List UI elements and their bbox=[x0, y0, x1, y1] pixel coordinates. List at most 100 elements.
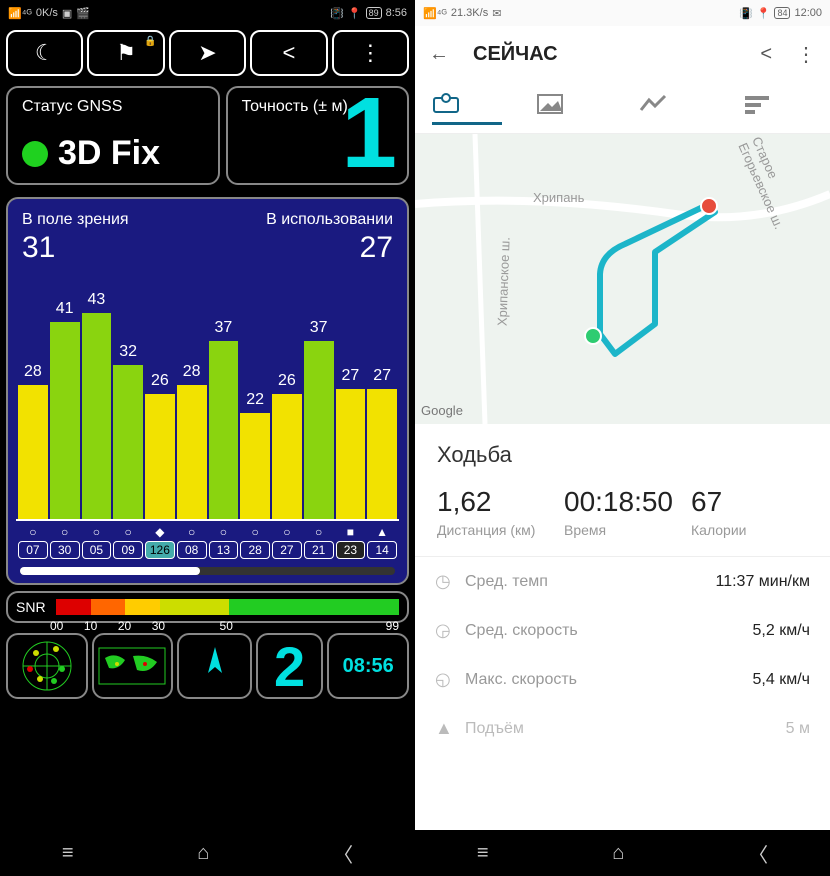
back-arrow-icon[interactable]: ← bbox=[429, 43, 449, 66]
maxspeed-value: 5,4 км/ч bbox=[753, 671, 810, 689]
sat-count-value: 2 bbox=[274, 634, 305, 699]
android-navbar-left: ≡ ⌂ 〈 bbox=[0, 830, 415, 876]
snr-bar: 28 bbox=[18, 385, 48, 519]
chart-scrollbar[interactable] bbox=[20, 567, 395, 575]
image-icon: ▣ bbox=[62, 7, 72, 20]
tab-map[interactable] bbox=[432, 90, 502, 125]
phone-gnss: 📶⁴ᴳ 0K/s ▣ 🎬 📳 📍 89 8:56 ☾ ⚑🔒 ➤ < ⋮ Стат… bbox=[0, 0, 415, 876]
stat-calories: 67 Калории bbox=[691, 486, 808, 538]
in-use-label: В использовании bbox=[266, 211, 393, 229]
status-dot-icon bbox=[22, 141, 48, 167]
clock: 12:00 bbox=[794, 7, 822, 19]
snr-tick: 10 bbox=[84, 619, 118, 633]
in-use-count: 27 bbox=[360, 231, 393, 265]
status-bar-left: 📶⁴ᴳ 0K/s ▣ 🎬 📳 📍 89 8:56 bbox=[0, 0, 415, 26]
sat-count-button[interactable]: 2 bbox=[256, 633, 324, 699]
worldmap-button[interactable] bbox=[92, 633, 174, 699]
snr-label: SNR bbox=[16, 599, 50, 615]
menu-button[interactable]: ⋮ bbox=[332, 30, 409, 76]
list-item-pace: ◷ Сред. темп 11:37 мин/км bbox=[415, 557, 830, 606]
night-mode-button[interactable]: ☾ bbox=[6, 30, 83, 76]
snr-tick: 30 bbox=[152, 619, 220, 633]
time-label: Время bbox=[564, 522, 681, 538]
battery-icon: 84 bbox=[774, 7, 790, 19]
in-view-label: В поле зрения bbox=[22, 211, 129, 229]
pace-value: 11:37 мин/км bbox=[715, 573, 810, 591]
toolbar: ☾ ⚑🔒 ➤ < ⋮ bbox=[0, 26, 415, 80]
overflow-menu-icon[interactable]: ⋮ bbox=[796, 42, 816, 67]
share-button[interactable]: < bbox=[250, 30, 327, 76]
status-bar-right: 📶⁴ᴳ 21.3K/s ✉ 📳 📍 84 12:00 bbox=[415, 0, 830, 26]
compass-button[interactable] bbox=[177, 633, 252, 699]
pace-label: Сред. темп bbox=[465, 573, 715, 591]
android-navbar-right: ≡ ⌂ 〈 bbox=[415, 830, 830, 876]
home-icon[interactable]: ⌂ bbox=[197, 842, 209, 865]
time-value: 00:18:50 bbox=[564, 486, 681, 518]
skyview-button[interactable] bbox=[6, 633, 88, 699]
stat-distance: 1,62 Дистанция (км) bbox=[437, 486, 554, 538]
clock-value: 08:56 bbox=[343, 655, 394, 678]
netspeed: 0K/s bbox=[36, 7, 58, 19]
constellation-symbols: ○○○○◆○○○○○■▲ bbox=[16, 525, 399, 539]
speed-icon: ◶ bbox=[435, 620, 465, 641]
accuracy-card[interactable]: Точность (± м) 1 bbox=[226, 86, 409, 185]
app-header: ← СЕЙЧАС < ⋮ bbox=[415, 26, 830, 82]
share-icon[interactable]: < bbox=[760, 43, 772, 66]
recent-apps-icon[interactable]: ≡ bbox=[62, 842, 74, 865]
snr-bar: 27 bbox=[336, 389, 366, 519]
fix-text: 3D Fix bbox=[58, 134, 160, 173]
back-icon[interactable]: 〈 bbox=[748, 839, 768, 868]
snr-bar: 28 bbox=[177, 385, 207, 519]
tab-bar bbox=[415, 82, 830, 134]
clock-button[interactable]: 08:56 bbox=[327, 633, 409, 699]
signal-icon: 📶⁴ᴳ bbox=[8, 7, 32, 20]
distance-value: 1,62 bbox=[437, 486, 554, 518]
snr-bar: 32 bbox=[113, 365, 143, 519]
gnss-status-card[interactable]: Статус GNSS 3D Fix bbox=[6, 86, 220, 185]
map-attribution: Google bbox=[421, 403, 463, 418]
back-icon[interactable]: 〈 bbox=[333, 839, 353, 868]
home-icon[interactable]: ⌂ bbox=[612, 842, 624, 865]
image-icon bbox=[536, 93, 564, 115]
list-item-elevation: ▲ Подъём 5 м bbox=[415, 704, 830, 753]
vibrate-icon: 📳 bbox=[330, 7, 344, 20]
satellite-chart-panel: В поле зрения В использовании 31 27 2841… bbox=[6, 197, 409, 585]
route-map[interactable]: Хрипань Хрипанское ш. Старое Егорьевское… bbox=[415, 134, 830, 424]
satellite-ids: 0730050912608132827212314 bbox=[16, 541, 399, 559]
tab-details[interactable] bbox=[743, 94, 813, 122]
signal-icon: 📶⁴ᴳ bbox=[423, 7, 447, 20]
compass-icon bbox=[192, 643, 238, 689]
avgspeed-label: Сред. скорость bbox=[465, 622, 753, 640]
map-place-label: Хрипань bbox=[533, 190, 584, 205]
activity-type: Ходьба bbox=[415, 424, 830, 474]
snr-tick: 20 bbox=[118, 619, 152, 633]
stat-time: 00:18:50 Время bbox=[564, 486, 681, 538]
line-chart-icon bbox=[639, 94, 667, 114]
snr-bar-chart: 284143322628372226372727 bbox=[16, 275, 399, 521]
nav-arrow-button[interactable]: ➤ bbox=[169, 30, 246, 76]
skyview-icon bbox=[20, 639, 74, 693]
tab-chart[interactable] bbox=[639, 94, 709, 122]
flag-button[interactable]: ⚑🔒 bbox=[87, 30, 164, 76]
snr-bar: 26 bbox=[272, 394, 302, 519]
details-list: ◷ Сред. темп 11:37 мин/км ◶ Сред. скорос… bbox=[415, 556, 830, 753]
recent-apps-icon[interactable]: ≡ bbox=[477, 842, 489, 865]
snr-ticks: 001020305099 bbox=[50, 619, 399, 633]
phone-fitness: 📶⁴ᴳ 21.3K/s ✉ 📳 📍 84 12:00 ← СЕЙЧАС < ⋮ bbox=[415, 0, 830, 876]
pace-icon: ◷ bbox=[435, 571, 465, 592]
maxspeed-label: Макс. скорость bbox=[465, 671, 753, 689]
avgspeed-value: 5,2 км/ч bbox=[753, 622, 810, 640]
snr-legend-panel: SNR 001020305099 bbox=[6, 591, 409, 623]
calories-value: 67 bbox=[691, 486, 808, 518]
netspeed: 21.3K/s bbox=[451, 7, 488, 19]
calories-label: Калории bbox=[691, 522, 808, 538]
mail-icon: ✉ bbox=[492, 7, 501, 20]
snr-tick: 00 bbox=[50, 619, 84, 633]
in-view-count: 31 bbox=[22, 231, 55, 265]
list-item-avgspeed: ◶ Сред. скорость 5,2 км/ч bbox=[415, 606, 830, 655]
elevation-value: 5 м bbox=[786, 720, 810, 738]
snr-bar: 27 bbox=[367, 389, 397, 519]
map-road1-label: Хрипанское ш. bbox=[494, 237, 512, 327]
tab-photos[interactable] bbox=[536, 93, 606, 123]
distance-label: Дистанция (км) bbox=[437, 522, 554, 538]
